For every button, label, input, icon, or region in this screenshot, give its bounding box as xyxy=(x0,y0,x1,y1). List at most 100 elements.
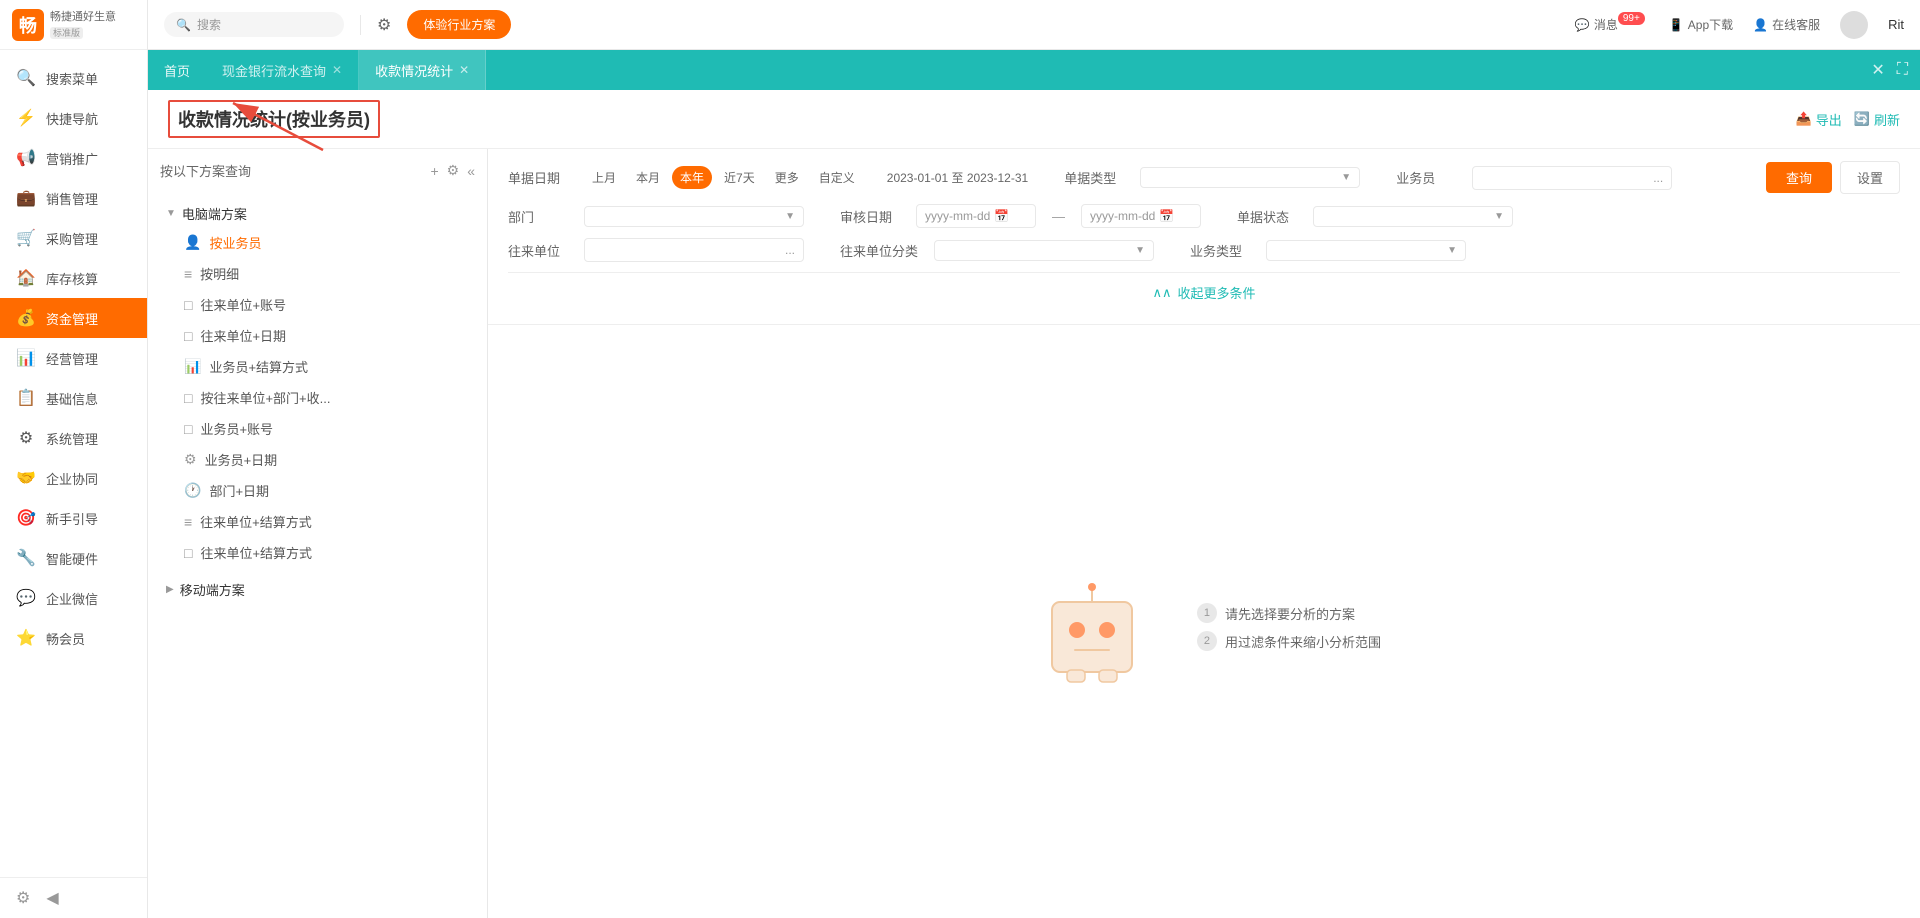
collapse-label: 收起更多条件 xyxy=(1178,283,1256,302)
dept-select[interactable]: ▼ xyxy=(584,206,804,227)
online-service-item[interactable]: 👤 在线客服 xyxy=(1753,16,1820,33)
scheme-item-by_unit_account[interactable]: □往来单位+账号 xyxy=(160,289,475,320)
sidebar-item-purchase[interactable]: 🛒采购管理 xyxy=(0,218,147,258)
scheme-label-by_dept_date: 部门+日期 xyxy=(209,481,269,500)
export-icon: 📤 xyxy=(1796,111,1812,127)
export-button[interactable]: 📤 导出 xyxy=(1796,110,1842,129)
date-tab-custom[interactable]: 自定义 xyxy=(811,166,863,189)
tab-receipt[interactable]: 收款情况统计 ✕ xyxy=(359,50,486,90)
tab-home[interactable]: 首页 xyxy=(148,50,206,90)
sidebar-item-label-finance: 资金管理 xyxy=(46,309,98,328)
panel-collapse-icon[interactable]: « xyxy=(467,163,475,179)
scheme-label-by_salesperson_settle: 业务员+结算方式 xyxy=(209,357,308,376)
pc-scheme-group: ▼ 电脑端方案 👤按业务员≡按明细□往来单位+账号□往来单位+日期📊业务员+结算… xyxy=(160,200,475,568)
audit-to-value: yyyy-mm-dd xyxy=(1090,209,1155,223)
refresh-button[interactable]: 🔄 刷新 xyxy=(1854,110,1900,129)
sidebar-item-newguide[interactable]: 🎯新手引导 xyxy=(0,498,147,538)
date-tab-this-month[interactable]: 本月 xyxy=(628,166,668,189)
scheme-label-by_detail: 按明细 xyxy=(200,264,239,283)
sidebar-item-label-operation: 经营管理 xyxy=(46,349,98,368)
date-tab-last-month[interactable]: 上月 xyxy=(584,166,624,189)
sidebar-item-basicinfo[interactable]: 📋基础信息 xyxy=(0,378,147,418)
sidebar-item-label-purchase: 采购管理 xyxy=(46,229,98,248)
sidebar-item-wechat[interactable]: 💬企业微信 xyxy=(0,578,147,618)
sidebar-item-marketing[interactable]: 📢营销推广 xyxy=(0,138,147,178)
window-expand-icon[interactable]: ⛶ xyxy=(1897,61,1908,79)
pc-group-arrow: ▼ xyxy=(166,208,176,219)
online-service-icon: 👤 xyxy=(1753,18,1768,32)
step-1-text: 请先选择要分析的方案 xyxy=(1225,604,1355,623)
dept-label: 部门 xyxy=(508,207,568,226)
sidebar-item-finance[interactable]: 💰资金管理 xyxy=(0,298,147,338)
panel-add-icon[interactable]: + xyxy=(430,163,438,179)
scheme-item-by_dept_date[interactable]: 🕐部门+日期 xyxy=(160,475,475,506)
mobile-scheme-group: ▶ 移动端方案 xyxy=(160,576,475,603)
salesperson-more-icon[interactable]: ... xyxy=(1653,171,1663,185)
scheme-item-by_salesperson[interactable]: 👤按业务员 xyxy=(160,227,475,258)
empty-step-1: 1 请先选择要分析的方案 xyxy=(1197,603,1381,623)
trial-button[interactable]: 体验行业方案 xyxy=(407,10,511,39)
collapse-sidebar-icon[interactable]: ◀ xyxy=(46,888,58,908)
biz-type-select[interactable]: ▼ xyxy=(1266,240,1466,261)
date-tab-this-year[interactable]: 本年 xyxy=(672,166,712,189)
sidebar-item-label-inventory: 库存核算 xyxy=(46,269,98,288)
sidebar-item-member[interactable]: ⭐畅会员 xyxy=(0,618,147,658)
user-avatar[interactable] xyxy=(1840,11,1868,39)
sidebar-item-smarthw[interactable]: 🔧智能硬件 xyxy=(0,538,147,578)
scheme-icon-by_unit_settle1: ≡ xyxy=(184,514,192,530)
scheme-icon-by_salesperson: 👤 xyxy=(184,234,201,251)
date-tab-last-7[interactable]: 近7天 xyxy=(716,166,763,189)
biz-type-arrow: ▼ xyxy=(1447,245,1457,256)
topbar-settings-icon[interactable]: ⚙ xyxy=(377,15,391,35)
counterpart-more-icon[interactable]: ... xyxy=(785,243,795,257)
filter-settings-button[interactable]: 设置 xyxy=(1840,161,1900,194)
panel-settings-icon[interactable]: ⚙ xyxy=(447,162,460,179)
settings-icon[interactable]: ⚙ xyxy=(16,888,30,908)
sidebar-item-operation[interactable]: 📊经营管理 xyxy=(0,338,147,378)
panel-title: 按以下方案查询 xyxy=(160,161,251,180)
counterpart-input[interactable]: ... xyxy=(584,238,804,262)
scheme-icon-by_unit_date: □ xyxy=(184,328,192,344)
window-close-icon[interactable]: ✕ xyxy=(1871,60,1884,80)
scheme-item-by_unit_dept[interactable]: □按往来单位+部门+收... xyxy=(160,382,475,413)
topbar: 🔍 搜索 ⚙ 体验行业方案 💬 消息 99+ 📱 App下载 👤 在线客服 Ri… xyxy=(148,0,1920,50)
audit-date-to[interactable]: yyyy-mm-dd 📅 xyxy=(1081,204,1201,228)
system-icon: ⚙ xyxy=(16,428,36,448)
counterpart-cat-select[interactable]: ▼ xyxy=(934,240,1154,261)
scheme-label-by_unit_account: 往来单位+账号 xyxy=(200,295,286,314)
sidebar-item-search[interactable]: 🔍搜索菜单 xyxy=(0,58,147,98)
app-download-item[interactable]: 📱 App下载 xyxy=(1669,16,1733,33)
sidebar-item-quicknav[interactable]: ⚡快捷导航 xyxy=(0,98,147,138)
scheme-item-by_detail[interactable]: ≡按明细 xyxy=(160,258,475,289)
sidebar-bottom: ⚙ ◀ xyxy=(0,877,147,918)
tab-bank-close[interactable]: ✕ xyxy=(332,63,342,77)
scheme-item-by_unit_settle2[interactable]: □往来单位+结算方式 xyxy=(160,537,475,568)
sidebar-item-inventory[interactable]: 🏠库存核算 xyxy=(0,258,147,298)
salesperson-input[interactable]: ... xyxy=(1472,166,1672,190)
sidebar-item-system[interactable]: ⚙系统管理 xyxy=(0,418,147,458)
query-button[interactable]: 查询 xyxy=(1766,162,1832,193)
scheme-item-by_unit_settle1[interactable]: ≡往来单位+结算方式 xyxy=(160,506,475,537)
scheme-item-by_salesperson_settle[interactable]: 📊业务员+结算方式 xyxy=(160,351,475,382)
sidebar-item-enterprise[interactable]: 🤝企业协同 xyxy=(0,458,147,498)
sidebar-item-label-sales: 销售管理 xyxy=(46,189,98,208)
tab-bank[interactable]: 现金银行流水查询 ✕ xyxy=(206,50,359,90)
doc-status-select[interactable]: ▼ xyxy=(1313,206,1513,227)
topbar-search[interactable]: 🔍 搜索 xyxy=(164,12,344,37)
scheme-label-by_salesperson_date: 业务员+日期 xyxy=(205,450,278,469)
collapse-bar[interactable]: ∧∧ 收起更多条件 xyxy=(508,272,1900,312)
scheme-item-by_unit_date[interactable]: □往来单位+日期 xyxy=(160,320,475,351)
collapse-icon: ∧∧ xyxy=(1152,285,1171,301)
scheme-item-by_salesperson_account[interactable]: □业务员+账号 xyxy=(160,413,475,444)
date-tab-more[interactable]: 更多 xyxy=(767,166,807,189)
search-placeholder: 搜索 xyxy=(197,16,221,33)
pc-group-title[interactable]: ▼ 电脑端方案 xyxy=(160,200,475,227)
mobile-group-title[interactable]: ▶ 移动端方案 xyxy=(160,576,475,603)
tab-receipt-close[interactable]: ✕ xyxy=(459,63,469,77)
audit-date-from[interactable]: yyyy-mm-dd 📅 xyxy=(916,204,1036,228)
sidebar-item-sales[interactable]: 💼销售管理 xyxy=(0,178,147,218)
scheme-item-by_salesperson_date[interactable]: ⚙业务员+日期 xyxy=(160,444,475,475)
main-content: 收款情况统计(按业务员) 📤 导出 🔄 刷新 按以下方案查询 + ⚙ « xyxy=(148,90,1920,918)
doc-type-select[interactable]: ▼ xyxy=(1140,167,1360,188)
messages-item[interactable]: 💬 消息 99+ xyxy=(1575,16,1649,33)
